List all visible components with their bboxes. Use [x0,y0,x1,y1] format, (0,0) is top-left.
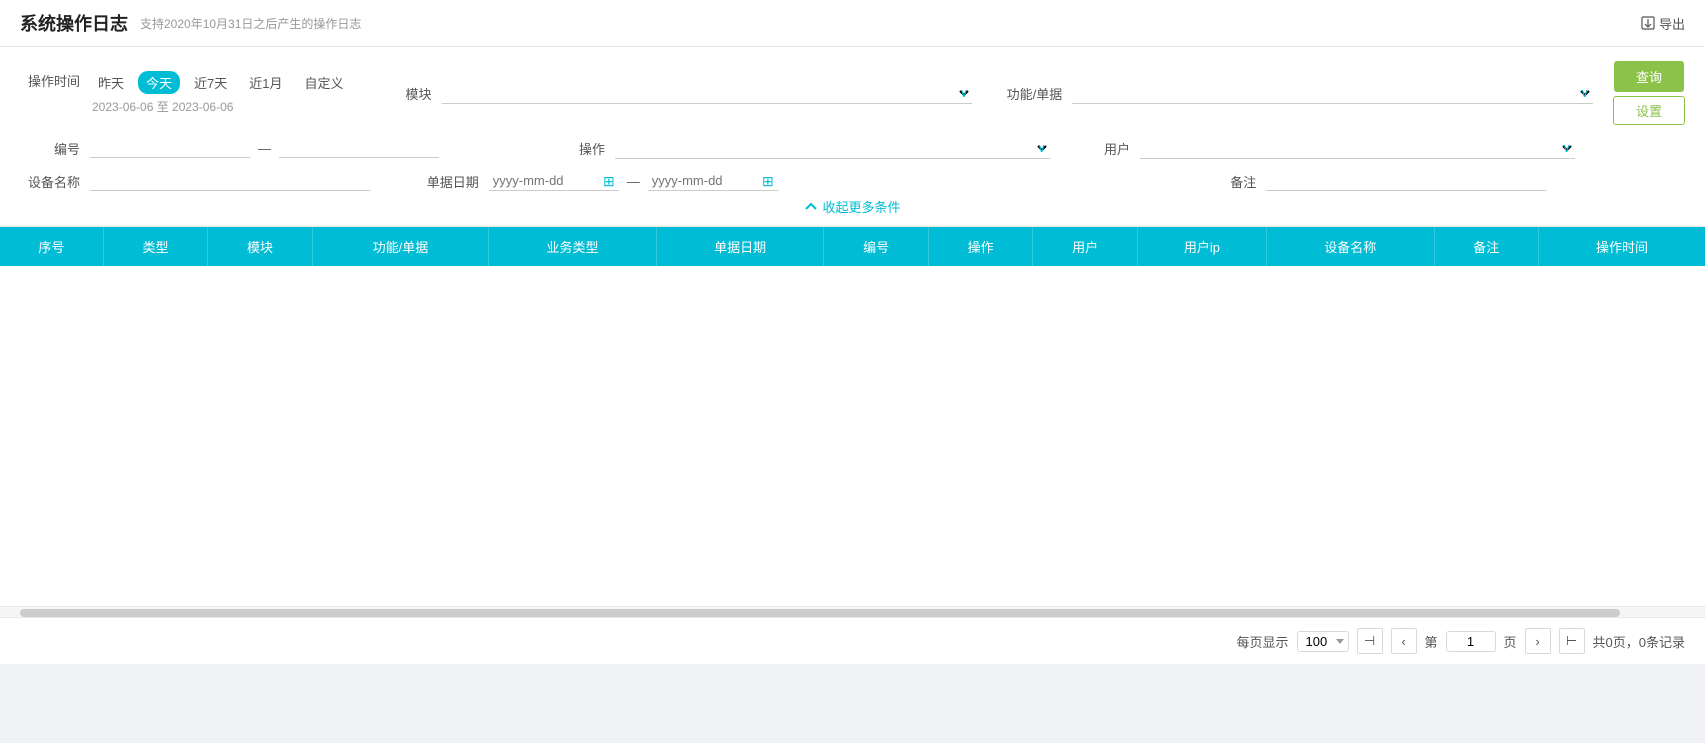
filter-rows: 操作时间 昨天 今天 近7天 近1月 自定义 2023-06-06 至 2023… [20,61,1685,191]
scrollbar-thumb [20,609,1620,617]
data-table: 序号 类型 模块 功能/单据 业务类型 单据日期 编号 操作 用户 用户ip 设… [0,227,1705,266]
filter-area: 操作时间 昨天 今天 近7天 近1月 自定义 2023-06-06 至 2023… [0,47,1705,227]
prev-page-button[interactable]: ‹ [1391,628,1417,654]
date-end-input[interactable] [648,171,778,191]
settings-button[interactable]: 设置 [1613,96,1685,125]
collapse-bar[interactable]: 收起更多条件 [20,191,1685,218]
col-op-time: 操作时间 [1539,227,1705,266]
user-filter: 用户 [1070,137,1575,159]
last-page-button[interactable]: ⊢ [1559,628,1585,654]
number-input-end[interactable] [279,138,439,158]
operation-label: 操作 [545,139,615,158]
page-prefix-label: 第 [1425,632,1438,651]
time-btn-custom[interactable]: 自定义 [297,71,352,94]
collapse-icon [804,202,818,212]
date-label: 单据日期 [419,172,489,191]
date-end-wrapper: ⊞ [648,171,778,191]
time-btn-yesterday[interactable]: 昨天 [90,71,132,94]
col-module: 模块 [208,227,312,266]
date-start-input[interactable] [489,171,619,191]
calendar-start-icon[interactable]: ⊞ [603,173,615,190]
function-label: 功能/单据 [992,84,1072,103]
page-number-input[interactable] [1446,631,1496,652]
module-filter: 模块 [372,82,973,104]
time-btn-1month[interactable]: 近1月 [241,71,290,94]
operation-select-wrapper [615,137,1050,159]
module-label: 模块 [372,84,442,103]
date-start-wrapper: ⊞ [489,171,619,191]
remark-label: 备注 [1196,172,1266,191]
col-index: 序号 [0,227,103,266]
col-date: 单据日期 [656,227,824,266]
device-label: 设备名称 [20,172,90,191]
time-btn-7days[interactable]: 近7天 [186,71,235,94]
calendar-end-icon[interactable]: ⊞ [762,173,774,190]
time-filter-group: 昨天 今天 近7天 近1月 自定义 2023-06-06 至 2023-06-0… [90,71,352,115]
module-select[interactable] [442,82,973,104]
per-page-select[interactable]: 100 50 200 [1297,631,1349,652]
date-dash: — [619,174,648,189]
filter-row-3: 设备名称 单据日期 ⊞ — ⊞ 备注 [20,171,1685,191]
table-header: 序号 类型 模块 功能/单据 业务类型 单据日期 编号 操作 用户 用户ip 设… [0,227,1705,266]
col-user-ip: 用户ip [1137,227,1266,266]
time-range-text: 2023-06-06 至 2023-06-06 [90,98,233,115]
function-filter: 功能/单据 [992,82,1593,104]
total-info: 共0页，0条记录 [1593,632,1685,651]
col-biz-type: 业务类型 [489,227,657,266]
time-buttons: 昨天 今天 近7天 近1月 自定义 [90,71,352,94]
time-filter: 操作时间 昨天 今天 近7天 近1月 自定义 2023-06-06 至 2023… [20,71,352,115]
filter-row-1: 操作时间 昨天 今天 近7天 近1月 自定义 2023-06-06 至 2023… [20,61,1685,125]
empty-area [0,266,1705,606]
user-label: 用户 [1070,139,1140,158]
number-label: 编号 [20,139,90,158]
number-input-start[interactable] [90,138,250,158]
per-page-label: 每页显示 [1236,632,1288,651]
horizontal-scrollbar[interactable] [0,606,1705,618]
time-label: 操作时间 [20,71,90,90]
col-function: 功能/单据 [312,227,488,266]
user-select-wrapper [1140,137,1575,159]
function-select-wrapper [1072,82,1593,104]
page-unit-label: 页 [1504,632,1517,651]
first-page-button[interactable]: ⊣ [1357,628,1383,654]
time-btn-today[interactable]: 今天 [138,71,180,94]
col-user: 用户 [1033,227,1137,266]
query-button[interactable]: 查询 [1614,61,1684,92]
col-number: 编号 [824,227,928,266]
number-filter: 编号 — [20,138,525,158]
action-buttons: 查询 设置 [1613,61,1685,125]
function-select[interactable] [1072,82,1593,104]
collapse-label: 收起更多条件 [822,197,900,216]
page-subtitle: 支持2020年10月31日之后产生的操作日志 [140,15,361,32]
operation-filter: 操作 [545,137,1050,159]
page-header: 系统操作日志 支持2020年10月31日之后产生的操作日志 导出 [0,0,1705,47]
next-page-button[interactable]: › [1525,628,1551,654]
col-operation: 操作 [928,227,1032,266]
module-select-wrapper [442,82,973,104]
table-header-row: 序号 类型 模块 功能/单据 业务类型 单据日期 编号 操作 用户 用户ip 设… [0,227,1705,266]
device-filter: 设备名称 [20,171,399,191]
col-type: 类型 [103,227,207,266]
export-button[interactable]: 导出 [1641,14,1685,33]
export-label: 导出 [1659,14,1685,33]
col-remark: 备注 [1434,227,1538,266]
page-title: 系统操作日志 [20,10,128,36]
date-filter: 单据日期 ⊞ — ⊞ [419,171,1177,191]
user-select[interactable] [1140,137,1575,159]
filter-row-2: 编号 — 操作 用户 [20,137,1685,159]
col-device: 设备名称 [1266,227,1434,266]
table-container: 序号 类型 模块 功能/单据 业务类型 单据日期 编号 操作 用户 用户ip 设… [0,227,1705,606]
number-dash: — [250,141,279,156]
pagination-bar: 每页显示 100 50 200 ⊣ ‹ 第 页 › ⊢ 共0页，0条记录 [0,618,1705,664]
operation-select[interactable] [615,137,1050,159]
remark-input[interactable] [1266,171,1546,191]
device-input[interactable] [90,171,370,191]
remark-filter: 备注 [1196,171,1575,191]
export-icon [1641,16,1655,30]
